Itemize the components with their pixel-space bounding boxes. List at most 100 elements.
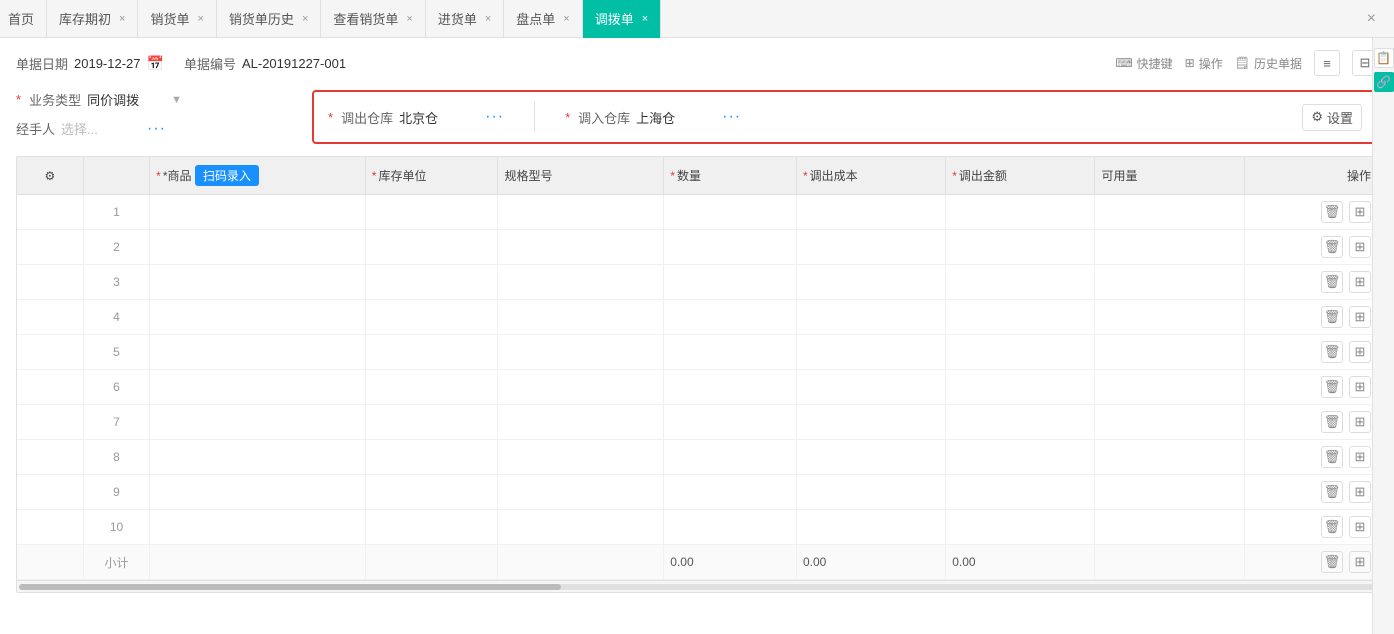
spec-cell[interactable]: [498, 405, 664, 440]
amount-cell[interactable]: [946, 510, 1095, 545]
product-cell[interactable]: [150, 335, 366, 370]
qty-cell[interactable]: [664, 195, 797, 230]
spec-cell[interactable]: [498, 230, 664, 265]
product-cell[interactable]: [150, 300, 366, 335]
copy-icon[interactable]: ⊞: [1349, 551, 1371, 573]
cost-cell[interactable]: [796, 475, 945, 510]
cost-cell[interactable]: [796, 195, 945, 230]
product-cell[interactable]: [150, 510, 366, 545]
spec-cell[interactable]: [498, 510, 664, 545]
amount-cell[interactable]: [946, 405, 1095, 440]
close-icon[interactable]: ×: [642, 13, 648, 25]
unit-cell[interactable]: [365, 230, 498, 265]
close-icon[interactable]: ×: [302, 13, 308, 25]
unit-cell[interactable]: [365, 335, 498, 370]
qty-cell[interactable]: [664, 405, 797, 440]
tab-purchase[interactable]: 进货单 ×: [426, 0, 504, 38]
out-warehouse-value[interactable]: 北京仓: [399, 108, 479, 127]
unit-cell[interactable]: [365, 370, 498, 405]
product-cell[interactable]: [150, 195, 366, 230]
tab-inventory-count[interactable]: 盘点单 ×: [504, 0, 582, 38]
unit-cell[interactable]: [365, 195, 498, 230]
cost-cell[interactable]: [796, 440, 945, 475]
biz-type-select[interactable]: 同价调拨 ▼: [87, 90, 182, 109]
delete-icon[interactable]: 🗑: [1321, 306, 1343, 328]
cost-cell[interactable]: [796, 300, 945, 335]
delete-icon[interactable]: 🗑: [1321, 411, 1343, 433]
spec-cell[interactable]: [498, 475, 664, 510]
copy-icon[interactable]: ⊞: [1349, 341, 1371, 363]
product-cell[interactable]: [150, 405, 366, 440]
qty-cell[interactable]: [664, 370, 797, 405]
spec-cell[interactable]: [498, 370, 664, 405]
copy-icon[interactable]: ⊞: [1349, 446, 1371, 468]
delete-icon[interactable]: 🗑: [1321, 341, 1343, 363]
sidebar-link-icon[interactable]: 🔗: [1374, 72, 1394, 92]
unit-cell[interactable]: [365, 300, 498, 335]
amount-cell[interactable]: [946, 265, 1095, 300]
horizontal-scrollbar[interactable]: [17, 580, 1377, 592]
amount-cell[interactable]: [946, 335, 1095, 370]
copy-icon[interactable]: ⊞: [1349, 516, 1371, 538]
copy-icon[interactable]: ⊞: [1349, 376, 1371, 398]
spec-cell[interactable]: [498, 300, 664, 335]
copy-icon[interactable]: ⊞: [1349, 271, 1371, 293]
delete-icon[interactable]: 🗑: [1321, 446, 1343, 468]
delete-icon[interactable]: 🗑: [1321, 271, 1343, 293]
settings-button[interactable]: ⚙ 设置: [1302, 104, 1362, 131]
tab-home[interactable]: 首页: [8, 0, 47, 38]
tab-inventory-initial[interactable]: 库存期初 ×: [47, 0, 138, 38]
sidebar-doc-icon[interactable]: 📋: [1374, 48, 1394, 68]
delete-icon[interactable]: 🗑: [1321, 236, 1343, 258]
scrollbar-track[interactable]: [19, 584, 1375, 590]
close-icon[interactable]: ×: [119, 13, 125, 25]
tab-transfer[interactable]: 调拨单 ×: [583, 0, 661, 38]
col-gear[interactable]: ⚙: [17, 157, 83, 195]
handler-more-button[interactable]: ···: [147, 120, 166, 138]
copy-icon[interactable]: ⊞: [1349, 481, 1371, 503]
spec-cell[interactable]: [498, 440, 664, 475]
product-cell[interactable]: [150, 230, 366, 265]
delete-icon[interactable]: 🗑: [1321, 376, 1343, 398]
window-close-button[interactable]: ×: [1357, 10, 1386, 28]
in-warehouse-more-button[interactable]: ···: [722, 108, 741, 126]
copy-icon[interactable]: ⊞: [1349, 201, 1371, 223]
tab-sales-order[interactable]: 销货单 ×: [138, 0, 216, 38]
actions-button[interactable]: ⊞ 操作: [1185, 55, 1223, 72]
unit-cell[interactable]: [365, 440, 498, 475]
tab-view-sales[interactable]: 查看销货单 ×: [321, 0, 425, 38]
copy-icon[interactable]: ⊞: [1349, 411, 1371, 433]
spec-cell[interactable]: [498, 265, 664, 300]
qty-cell[interactable]: [664, 265, 797, 300]
cost-cell[interactable]: [796, 405, 945, 440]
delete-icon[interactable]: 🗑: [1321, 516, 1343, 538]
close-icon[interactable]: ×: [563, 13, 569, 25]
amount-cell[interactable]: [946, 300, 1095, 335]
history-button[interactable]: 🗒 历史单据: [1235, 55, 1302, 72]
spec-cell[interactable]: [498, 195, 664, 230]
qty-cell[interactable]: [664, 440, 797, 475]
handler-placeholder[interactable]: 选择...: [61, 119, 141, 138]
qty-cell[interactable]: [664, 300, 797, 335]
product-cell[interactable]: [150, 370, 366, 405]
calendar-icon[interactable]: 📅: [147, 55, 164, 72]
delete-icon[interactable]: 🗑: [1321, 481, 1343, 503]
amount-cell[interactable]: [946, 475, 1095, 510]
cost-cell[interactable]: [796, 230, 945, 265]
qty-cell[interactable]: [664, 335, 797, 370]
product-cell[interactable]: [150, 475, 366, 510]
date-value[interactable]: 2019-12-27: [74, 56, 141, 71]
table-scroll[interactable]: ⚙ **商品 扫码录入 *库存单位 规格型号 *数量 *调出成本 *调出金额 可…: [17, 157, 1377, 580]
amount-cell[interactable]: [946, 230, 1095, 265]
unit-cell[interactable]: [365, 265, 498, 300]
amount-cell[interactable]: [946, 195, 1095, 230]
spec-cell[interactable]: [498, 335, 664, 370]
copy-icon[interactable]: ⊞: [1349, 236, 1371, 258]
scan-button[interactable]: 扫码录入: [195, 165, 259, 186]
list-view-button[interactable]: ≡: [1314, 50, 1340, 76]
cost-cell[interactable]: [796, 265, 945, 300]
close-icon[interactable]: ×: [197, 13, 203, 25]
unit-cell[interactable]: [365, 405, 498, 440]
unit-cell[interactable]: [365, 510, 498, 545]
shortcuts-button[interactable]: ⌨ 快捷键: [1115, 55, 1172, 72]
